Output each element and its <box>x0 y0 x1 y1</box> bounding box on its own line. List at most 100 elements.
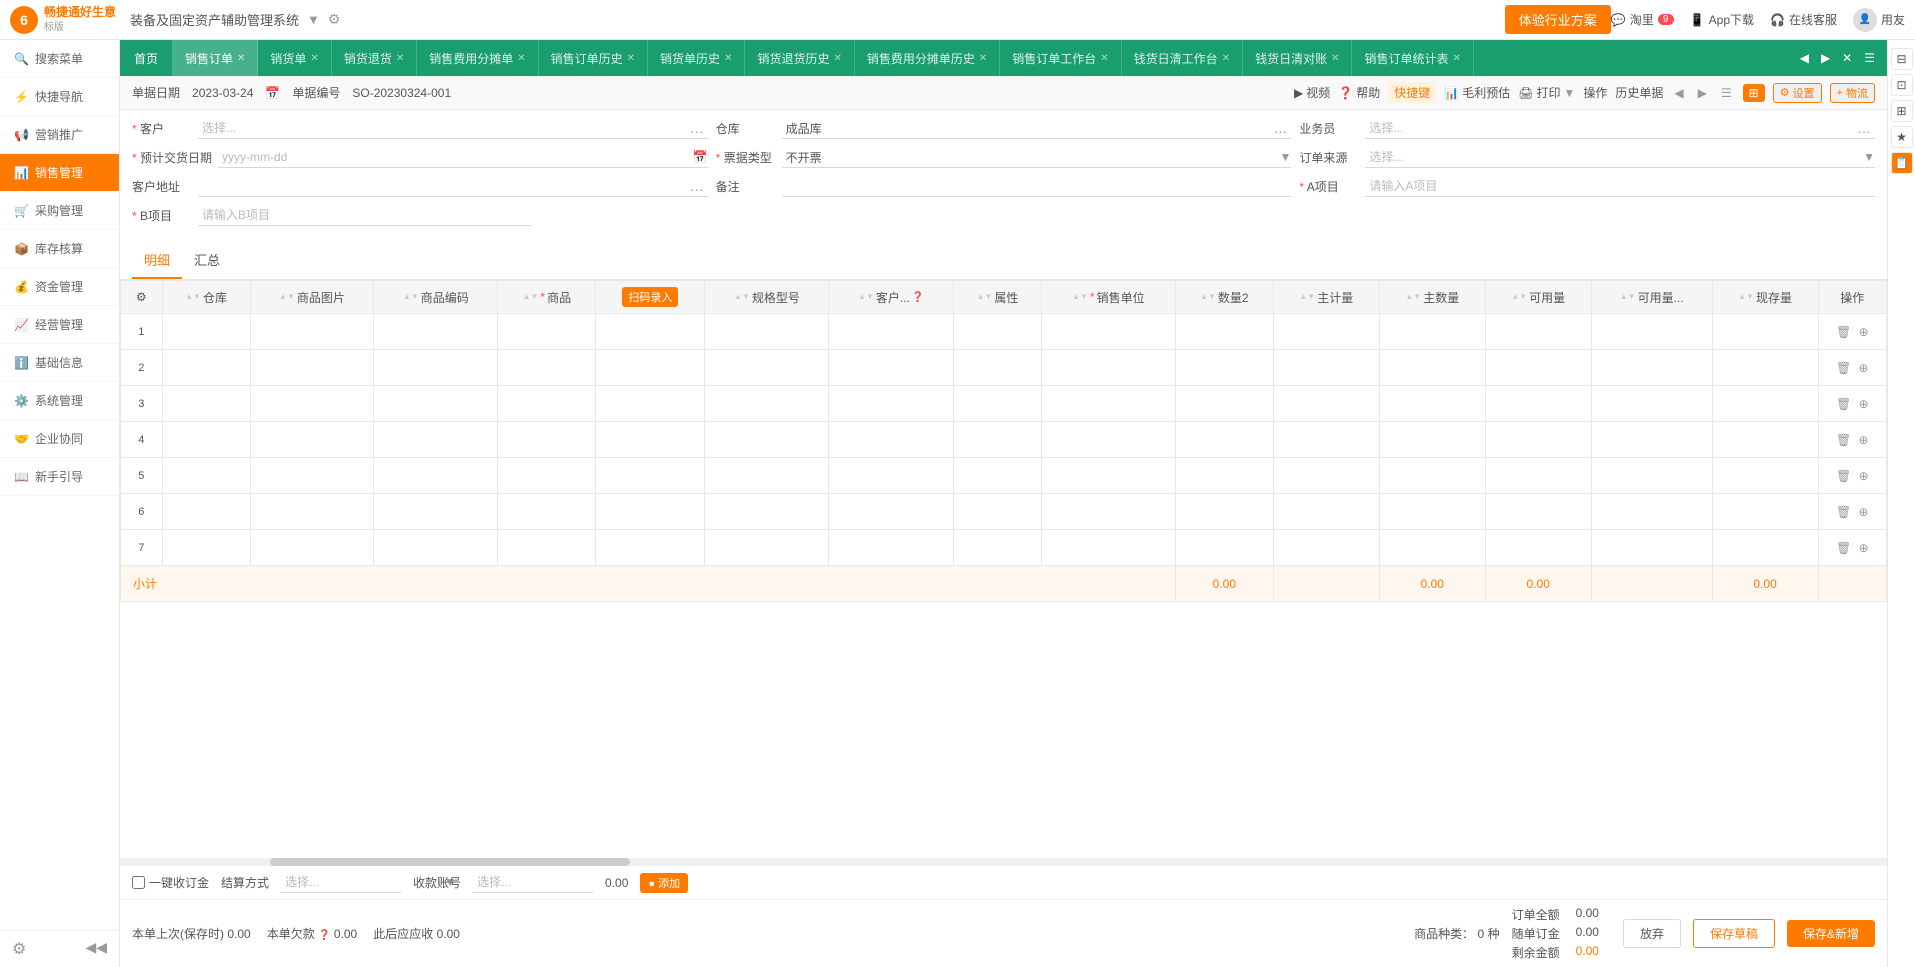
row-main-unit-3[interactable] <box>1273 386 1379 422</box>
tab-menu-btn[interactable]: ☰ <box>1860 49 1879 67</box>
tab-daily-reconcile[interactable]: 钱货日清对账 ✕ <box>1243 40 1352 76</box>
warehouse-ellipsis-btn[interactable]: … <box>1269 120 1291 136</box>
row-stock-2[interactable] <box>1712 350 1818 386</box>
row-product-3[interactable] <box>498 386 596 422</box>
right-panel-btn-5[interactable]: 📋 <box>1891 152 1913 174</box>
close-tab-invoice-history[interactable]: ✕ <box>724 53 732 64</box>
row-stock-3[interactable] <box>1712 386 1818 422</box>
row-customer-code-3[interactable] <box>829 386 954 422</box>
sort-product-img-icon[interactable]: ▲▼ <box>279 293 295 301</box>
row-customer-code-7[interactable] <box>829 530 954 566</box>
row-available2-6[interactable] <box>1591 494 1712 530</box>
close-tab-order-history[interactable]: ✕ <box>627 53 635 64</box>
row-stock-5[interactable] <box>1712 458 1818 494</box>
row-delete-btn-3[interactable]: 🗑 <box>1836 397 1851 411</box>
save-new-btn[interactable]: 保存&新增 <box>1787 920 1875 947</box>
row-main-qty-7[interactable] <box>1379 530 1485 566</box>
order-source-dropdown-icon[interactable]: ▼ <box>1863 150 1875 164</box>
row-main-qty-4[interactable] <box>1379 422 1485 458</box>
row-product-img-1[interactable] <box>250 314 374 350</box>
customer-input[interactable] <box>198 118 686 138</box>
tab-invoice-history[interactable]: 销货单历史 ✕ <box>648 40 745 76</box>
row-warehouse-6[interactable] <box>162 494 250 530</box>
row-available2-7[interactable] <box>1591 530 1712 566</box>
row-barcode-3[interactable] <box>596 386 705 422</box>
row-product-img-6[interactable] <box>250 494 374 530</box>
row-sales-unit-7[interactable] <box>1041 530 1175 566</box>
tab-expense[interactable]: 销售费用分摊单 ✕ <box>417 40 538 76</box>
row-product-4[interactable] <box>498 422 596 458</box>
row-spec-3[interactable] <box>705 386 829 422</box>
sort-stock-icon[interactable]: ▲▼ <box>1738 293 1754 301</box>
tab-return[interactable]: 销货退货 ✕ <box>332 40 417 76</box>
view-video-btn[interactable]: ▶ 视频 <box>1294 84 1330 101</box>
row-sales-unit-3[interactable] <box>1041 386 1175 422</box>
row-product-2[interactable] <box>498 350 596 386</box>
sidebar-item-finance[interactable]: 💰 资金管理 <box>0 268 119 306</box>
row-spec-1[interactable] <box>705 314 829 350</box>
tab-order-stats[interactable]: 销售订单统计表 ✕ <box>1352 40 1473 76</box>
close-tab-invoice[interactable]: ✕ <box>310 53 318 64</box>
sort-customer-code-icon[interactable]: ▲▼ <box>858 293 874 301</box>
shortcut-btn[interactable]: 快捷键 <box>1388 82 1436 103</box>
row-main-qty-6[interactable] <box>1379 494 1485 530</box>
row-product-img-2[interactable] <box>250 350 374 386</box>
row-available-7[interactable] <box>1485 530 1591 566</box>
row-copy-btn-3[interactable]: ⊕ <box>1859 397 1869 411</box>
tab-order-history[interactable]: 销售订单历史 ✕ <box>539 40 648 76</box>
row-delete-btn-4[interactable]: 🗑 <box>1836 433 1851 447</box>
sidebar-item-base-info[interactable]: ℹ️ 基础信息 <box>0 344 119 382</box>
row-delete-btn-6[interactable]: 🗑 <box>1836 505 1851 519</box>
close-tab-sales-order[interactable]: ✕ <box>237 53 245 64</box>
customer-ellipsis-btn[interactable]: … <box>686 120 708 136</box>
row-main-qty-2[interactable] <box>1379 350 1485 386</box>
help-btn[interactable]: ❓ 帮助 <box>1338 84 1380 101</box>
project-b-input[interactable] <box>198 205 532 225</box>
row-product-img-4[interactable] <box>250 422 374 458</box>
sidebar-item-sales[interactable]: 📊 销售管理 <box>0 154 119 192</box>
row-main-unit-2[interactable] <box>1273 350 1379 386</box>
row-customer-code-5[interactable] <box>829 458 954 494</box>
close-tab-order-stats[interactable]: ✕ <box>1453 53 1461 64</box>
row-product-5[interactable] <box>498 458 596 494</box>
tab-close-all-btn[interactable]: ✕ <box>1838 49 1856 67</box>
row-attr-1[interactable] <box>953 314 1041 350</box>
close-tab-return-history[interactable]: ✕ <box>833 53 841 64</box>
logistics-btn[interactable]: + 物流 <box>1830 83 1875 103</box>
sort-available-icon[interactable]: ▲▼ <box>1511 293 1527 301</box>
row-available-1[interactable] <box>1485 314 1591 350</box>
sidebar-item-purchase[interactable]: 🛒 采购管理 <box>0 192 119 230</box>
scroll-thumb[interactable] <box>270 858 630 866</box>
row-sales-unit-6[interactable] <box>1041 494 1175 530</box>
row-qty2-6[interactable] <box>1175 494 1273 530</box>
sidebar-item-collab[interactable]: 🤝 企业协同 <box>0 420 119 458</box>
form-settings-btn[interactable]: ⚙ 设置 <box>1773 83 1822 103</box>
row-spec-6[interactable] <box>705 494 829 530</box>
close-tab-daily-workbench[interactable]: ✕ <box>1222 53 1230 64</box>
row-barcode-2[interactable] <box>596 350 705 386</box>
row-sales-unit-4[interactable] <box>1041 422 1175 458</box>
next-record-btn[interactable]: ▶ <box>1695 86 1710 100</box>
settings-icon[interactable]: ⚙ <box>328 11 341 28</box>
row-available2-5[interactable] <box>1591 458 1712 494</box>
collapse-sidebar-btn[interactable]: ◀◀ <box>85 939 107 959</box>
invoice-type-input[interactable] <box>782 147 1280 167</box>
row-main-unit-7[interactable] <box>1273 530 1379 566</box>
tab-summary[interactable]: 汇总 <box>182 242 232 279</box>
row-available2-1[interactable] <box>1591 314 1712 350</box>
print-btn[interactable]: 🖨 打印 ▼ <box>1518 84 1575 101</box>
calendar-icon[interactable]: 📅 <box>265 86 280 100</box>
close-tab-expense-history[interactable]: ✕ <box>979 53 987 64</box>
messages-btn[interactable]: 💬 淘里 9 <box>1611 11 1674 28</box>
row-copy-btn-4[interactable]: ⊕ <box>1859 433 1869 447</box>
tab-prev-btn[interactable]: ◀ <box>1796 49 1813 67</box>
row-product-1[interactable] <box>498 314 596 350</box>
invoice-type-dropdown-icon[interactable]: ▼ <box>1279 150 1291 164</box>
tab-home[interactable]: 首页 <box>120 40 173 76</box>
staff-ellipsis-btn[interactable]: … <box>1853 120 1875 136</box>
sidebar-item-system[interactable]: ⚙️ 系统管理 <box>0 382 119 420</box>
row-sales-unit-5[interactable] <box>1041 458 1175 494</box>
sort-available2-icon[interactable]: ▲▼ <box>1620 293 1636 301</box>
row-copy-btn-5[interactable]: ⊕ <box>1859 469 1869 483</box>
row-qty2-3[interactable] <box>1175 386 1273 422</box>
